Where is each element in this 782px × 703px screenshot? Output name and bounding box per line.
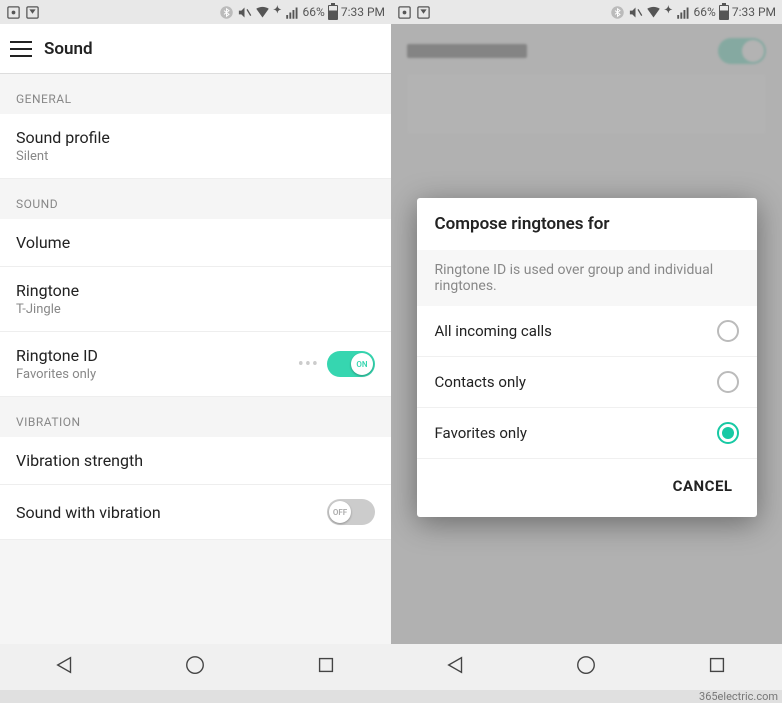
item-sub: Silent <box>16 149 375 164</box>
nav-home-icon[interactable] <box>184 654 206 680</box>
bluetooth-icon <box>610 5 625 20</box>
dialog-description: Ringtone ID is used over group and indiv… <box>417 250 757 306</box>
notification-icon-1 <box>6 5 21 20</box>
menu-icon[interactable] <box>10 41 32 57</box>
item-title: Volume <box>16 233 375 252</box>
item-sub: T-Jingle <box>16 302 375 317</box>
radio-icon <box>717 371 739 393</box>
wifi-icon <box>646 5 661 20</box>
battery-pct: 66% <box>303 5 325 19</box>
wifi-icon <box>255 5 270 20</box>
dialog-actions: CANCEL <box>417 459 757 517</box>
nav-recent-icon[interactable] <box>706 654 728 680</box>
item-title: Ringtone ID <box>16 346 298 365</box>
option-label: Favorites only <box>435 424 527 442</box>
item-sound-profile[interactable]: Sound profile Silent <box>0 114 391 179</box>
battery-pct: 66% <box>694 5 716 19</box>
item-title: Vibration strength <box>16 451 375 470</box>
watermark: 365electric.com <box>699 690 778 703</box>
phone-right: ✦ 66% 7:33 PM Compose ringtones for Ring… <box>391 0 782 690</box>
option-favorites-only[interactable]: Favorites only <box>417 408 757 459</box>
signal-icon <box>285 5 300 20</box>
more-icon[interactable]: ••• <box>298 354 319 375</box>
notification-icon-2 <box>25 5 40 20</box>
signal-icon <box>676 5 691 20</box>
mute-icon <box>628 5 643 20</box>
status-bar: ✦ 66% 7:33 PM <box>0 0 391 24</box>
phone-left: ✦ 66% 7:33 PM Sound GENERAL Sound profil… <box>0 0 391 690</box>
status-time: 7:33 PM <box>732 5 776 19</box>
sound-with-vibration-toggle[interactable]: OFF <box>327 499 375 525</box>
dialog-title: Compose ringtones for <box>417 198 757 250</box>
toggle-knob: ON <box>351 353 373 375</box>
battery-icon <box>719 5 729 20</box>
option-contacts-only[interactable]: Contacts only <box>417 357 757 408</box>
section-general-header: GENERAL <box>0 74 391 114</box>
page-title: Sound <box>44 39 93 59</box>
section-vibration-header: VIBRATION <box>0 397 391 437</box>
toggle-knob: OFF <box>329 501 351 523</box>
app-header: Sound <box>0 24 391 74</box>
item-vibration-strength[interactable]: Vibration strength <box>0 437 391 485</box>
item-ringtone-id[interactable]: Ringtone ID Favorites only ••• ON <box>0 332 391 397</box>
ringtone-id-toggle[interactable]: ON <box>327 351 375 377</box>
item-ringtone[interactable]: Ringtone T-Jingle <box>0 267 391 332</box>
item-volume[interactable]: Volume <box>0 219 391 267</box>
status-bar: ✦ 66% 7:33 PM <box>391 0 782 24</box>
item-sound-with-vibration[interactable]: Sound with vibration OFF <box>0 485 391 540</box>
item-sub: Favorites only <box>16 367 298 382</box>
compose-ringtones-dialog: Compose ringtones for Ringtone ID is use… <box>417 198 757 517</box>
nav-home-icon[interactable] <box>575 654 597 680</box>
dialog-scrim[interactable]: Compose ringtones for Ringtone ID is use… <box>391 24 782 690</box>
nav-recent-icon[interactable] <box>315 654 337 680</box>
section-sound-header: SOUND <box>0 179 391 219</box>
notification-icon-2 <box>416 5 431 20</box>
option-label: Contacts only <box>435 373 526 391</box>
data-icon: ✦ <box>664 5 672 20</box>
battery-icon <box>328 5 338 20</box>
item-title: Ringtone <box>16 281 375 300</box>
option-all-incoming-calls[interactable]: All incoming calls <box>417 306 757 357</box>
notification-icon-1 <box>397 5 412 20</box>
android-navbar <box>391 644 782 690</box>
nav-back-icon[interactable] <box>445 654 467 680</box>
mute-icon <box>237 5 252 20</box>
radio-icon <box>717 422 739 444</box>
option-label: All incoming calls <box>435 322 552 340</box>
android-navbar <box>0 644 391 690</box>
cancel-button[interactable]: CANCEL <box>663 469 743 503</box>
data-icon: ✦ <box>273 5 281 20</box>
radio-icon <box>717 320 739 342</box>
item-title: Sound profile <box>16 128 375 147</box>
nav-back-icon[interactable] <box>54 654 76 680</box>
status-time: 7:33 PM <box>341 5 385 19</box>
item-title: Sound with vibration <box>16 503 327 522</box>
bluetooth-icon <box>219 5 234 20</box>
